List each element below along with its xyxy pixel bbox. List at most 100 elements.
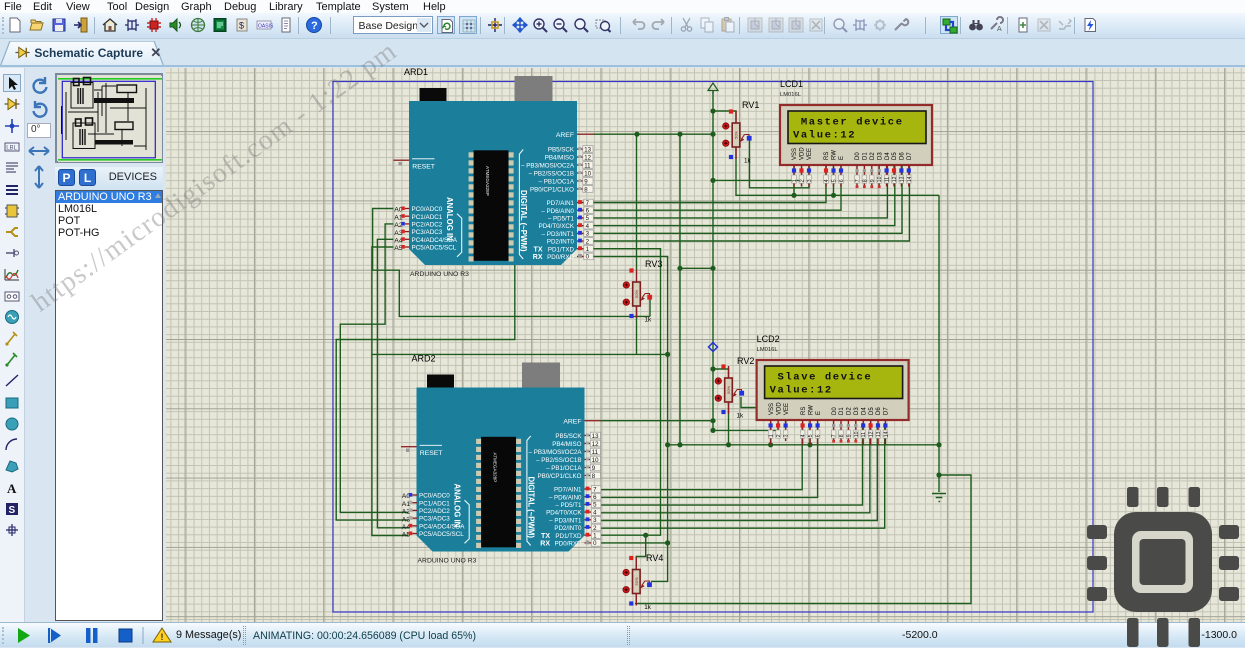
svg-text:D7: D7: [884, 407, 890, 415]
svg-text:10: 10: [592, 457, 599, 464]
svg-text:PD2/INT0: PD2/INT0: [554, 525, 582, 532]
svg-text:RW: RW: [832, 150, 838, 160]
svg-text:VEE: VEE: [807, 148, 813, 160]
svg-text:E: E: [839, 156, 845, 160]
svg-text:5: 5: [832, 179, 838, 182]
svg-text:Master device: Master device: [793, 117, 904, 129]
svg-text:D0: D0: [832, 407, 838, 415]
svg-text:PD0/RXD: PD0/RXD: [547, 254, 574, 261]
svg-text:?: ?: [311, 20, 318, 32]
svg-text:14: 14: [907, 176, 913, 182]
svg-text:PD2/INT0: PD2/INT0: [547, 239, 575, 246]
svg-text:ATMEGA328P: ATMEGA328P: [485, 166, 490, 196]
svg-text:Value:12: Value:12: [793, 130, 856, 142]
svg-text:DIGITAL (~PWM): DIGITAL (~PWM): [519, 190, 528, 252]
svg-text:ATMEGA328P: ATMEGA328P: [493, 453, 498, 483]
svg-text:7: 7: [832, 434, 838, 437]
svg-text:AREF: AREF: [556, 132, 574, 139]
svg-text:1k: 1k: [645, 317, 653, 324]
svg-text:13: 13: [584, 146, 591, 153]
svg-text:RV1: RV1: [742, 100, 759, 110]
svg-text:PC2/ADC2: PC2/ADC2: [419, 508, 450, 515]
svg-text:D6: D6: [900, 152, 906, 160]
svg-text:1k: 1k: [737, 413, 745, 420]
svg-text:PD4/T0/XCK: PD4/T0/XCK: [546, 510, 582, 517]
svg-text:PC2/ADC2: PC2/ADC2: [412, 222, 443, 229]
svg-text:VDD: VDD: [776, 402, 782, 415]
svg-text:VSS: VSS: [792, 148, 798, 160]
svg-text:RESET: RESET: [412, 163, 435, 170]
svg-text:D7: D7: [907, 152, 913, 160]
svg-text:– PB1/OC1A: – PB1/OC1A: [546, 465, 582, 472]
svg-text:– PD3/INT1: – PD3/INT1: [549, 517, 582, 524]
svg-text:PC1/ADC1: PC1/ADC1: [419, 500, 450, 507]
svg-text:RX: RX: [540, 541, 550, 548]
svg-text:TX: TX: [541, 533, 550, 540]
svg-text:50%: 50%: [634, 577, 639, 585]
svg-text:10: 10: [584, 170, 591, 177]
svg-text:PB4/MISO: PB4/MISO: [545, 155, 574, 162]
svg-text:10: 10: [854, 431, 860, 437]
svg-text:1: 1: [792, 179, 798, 182]
svg-text:10: 10: [877, 176, 883, 182]
svg-text:13: 13: [592, 433, 599, 440]
svg-text:D5: D5: [869, 407, 875, 415]
svg-text:VSS: VSS: [769, 403, 775, 415]
svg-text:A: A: [997, 26, 1002, 33]
svg-text:D0: D0: [855, 152, 861, 160]
svg-text:7: 7: [855, 179, 861, 182]
svg-text:11: 11: [592, 449, 599, 456]
svg-text:– PD6/AIN0: – PD6/AIN0: [549, 494, 582, 501]
svg-text:PC0/ADC0: PC0/ADC0: [412, 206, 443, 213]
svg-text:11: 11: [584, 162, 591, 169]
svg-text:PD4/T0/XCK: PD4/T0/XCK: [539, 223, 575, 230]
svg-text:$: $: [239, 21, 244, 31]
svg-text:– PB1/OC1A: – PB1/OC1A: [539, 179, 575, 186]
svg-text:9: 9: [846, 434, 852, 437]
svg-text:PB0/CP1/CLKO: PB0/CP1/CLKO: [530, 187, 574, 194]
svg-text:VEE: VEE: [784, 403, 790, 415]
svg-text:13: 13: [876, 431, 882, 437]
svg-text:– PB2/SS/OC1B: – PB2/SS/OC1B: [529, 171, 574, 178]
svg-text:RX: RX: [533, 254, 543, 261]
svg-text:RS: RS: [801, 407, 807, 415]
svg-text:– PD6/AIN0: – PD6/AIN0: [541, 208, 574, 215]
svg-text:PD1/TXD: PD1/TXD: [548, 246, 575, 253]
svg-text:50%: 50%: [734, 131, 739, 139]
svg-text:D3: D3: [877, 152, 883, 160]
svg-text:3: 3: [807, 179, 813, 182]
svg-text:PC5/ADC5/SCL: PC5/ADC5/SCL: [412, 245, 457, 252]
svg-text:RW: RW: [808, 405, 814, 415]
svg-text:– PB2/SS/OC1B: – PB2/SS/OC1B: [536, 457, 581, 464]
svg-text:!: !: [161, 632, 164, 642]
svg-text:D4: D4: [861, 407, 867, 415]
svg-text:ARDUINO UNO R3: ARDUINO UNO R3: [410, 271, 469, 278]
svg-text:OASIS: OASIS: [258, 24, 273, 30]
svg-text:LM016L: LM016L: [780, 92, 802, 98]
svg-text:13: 13: [899, 176, 905, 182]
svg-text:LM016L: LM016L: [757, 347, 779, 353]
svg-text:D6: D6: [876, 407, 882, 415]
svg-text:ARDUINO UNO R3: ARDUINO UNO R3: [418, 558, 477, 565]
svg-text:2: 2: [800, 179, 806, 182]
svg-text:PD7/AIN1: PD7/AIN1: [554, 487, 582, 494]
svg-text:D3: D3: [854, 407, 860, 415]
svg-text:ANALOG IN: ANALOG IN: [445, 197, 454, 241]
svg-text:A: A: [7, 481, 17, 496]
svg-text:2: 2: [776, 434, 782, 437]
svg-text:8: 8: [862, 179, 868, 182]
svg-text:3: 3: [784, 434, 790, 437]
svg-text:11: 11: [861, 432, 867, 437]
svg-text:1k: 1k: [644, 604, 652, 611]
svg-text:PD0/RXD: PD0/RXD: [555, 541, 582, 548]
svg-text:AREF: AREF: [563, 418, 581, 425]
svg-text:PC4/ADC4/SDA: PC4/ADC4/SDA: [419, 523, 465, 530]
svg-text:4: 4: [824, 179, 830, 182]
svg-text:PC3/ADC3: PC3/ADC3: [412, 229, 443, 236]
svg-text:8: 8: [839, 434, 845, 437]
svg-text:50%: 50%: [634, 290, 639, 298]
svg-text:D1: D1: [863, 152, 869, 160]
svg-text:PC1/ADC1: PC1/ADC1: [412, 214, 443, 221]
svg-text:E: E: [816, 411, 822, 415]
svg-text:VDD: VDD: [800, 147, 806, 160]
